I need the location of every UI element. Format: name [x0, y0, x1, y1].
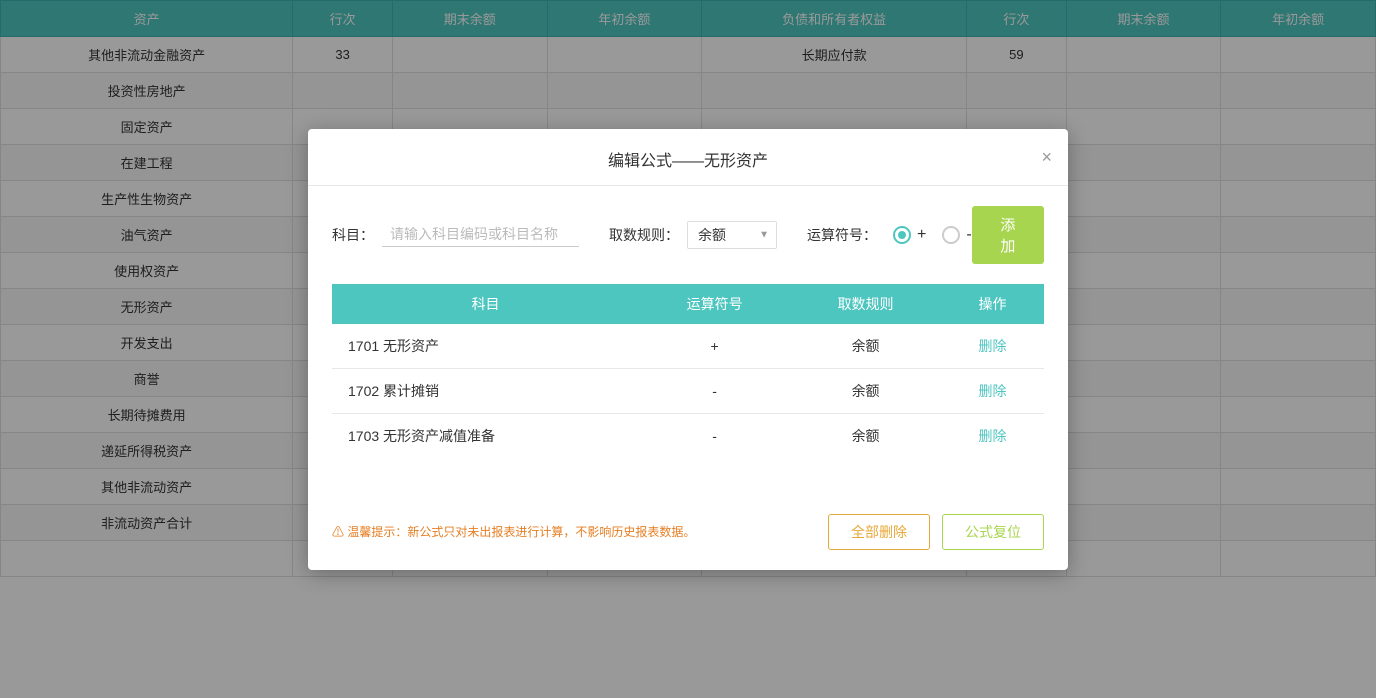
- formula-table-header: 运算符号: [639, 284, 790, 324]
- modal-footer: ⚠ 温馨提示：新公式只对未出报表进行计算，不影响历史报表数据。 全部删除 公式复…: [308, 498, 1068, 570]
- tip-text: 温馨提示：新公式只对未出报表进行计算，不影响历史报表数据。: [347, 525, 695, 539]
- add-button[interactable]: 添加: [972, 206, 1044, 264]
- formula-subject-cell: 1703 无形资产减值准备: [332, 413, 639, 458]
- formula-subject-cell: 1702 累计摊销: [332, 368, 639, 413]
- formula-operator-cell: +: [639, 324, 790, 369]
- rule-label: 取数规则：: [609, 225, 679, 245]
- subject-label: 科目：: [332, 225, 374, 245]
- formula-operator-cell: -: [639, 368, 790, 413]
- formula-table-header: 取数规则: [790, 284, 941, 324]
- tip-icon: ⚠: [332, 525, 347, 539]
- subject-input[interactable]: [382, 222, 579, 247]
- edit-formula-modal: 编辑公式——无形资产 × 科目： 取数规则： 余额借方贷方借方累计贷方累计 ▼ …: [308, 129, 1068, 570]
- radio-minus-circle: [942, 226, 960, 244]
- radio-group: + -: [893, 226, 972, 244]
- delete-link[interactable]: 删除: [979, 383, 1007, 399]
- delete-link[interactable]: 删除: [979, 428, 1007, 444]
- radio-plus[interactable]: +: [893, 226, 926, 244]
- radio-minus-label: -: [966, 226, 971, 244]
- table-row: 1701 无形资产+余额 删除: [332, 324, 1044, 369]
- formula-rule-cell: 余额: [790, 324, 941, 369]
- modal-header: 编辑公式——无形资产 ×: [308, 129, 1068, 186]
- formula-subject-cell: 1701 无形资产: [332, 324, 639, 369]
- operator-label: 运算符号：: [807, 225, 877, 245]
- formula-rule-cell: 余额: [790, 368, 941, 413]
- delete-all-button[interactable]: 全部删除: [828, 514, 930, 550]
- rule-select-wrapper: 余额借方贷方借方累计贷方累计 ▼: [687, 221, 777, 249]
- rule-section: 取数规则： 余额借方贷方借方累计贷方累计 ▼: [609, 221, 777, 249]
- form-row: 科目： 取数规则： 余额借方贷方借方累计贷方累计 ▼ 运算符号： +: [332, 206, 1044, 264]
- formula-operator-cell: -: [639, 413, 790, 458]
- formula-action-cell: 删除: [941, 324, 1044, 369]
- formula-table-header: 科目: [332, 284, 639, 324]
- formula-table-header: 操作: [941, 284, 1044, 324]
- formula-rule-cell: 余额: [790, 413, 941, 458]
- modal-body: 科目： 取数规则： 余额借方贷方借方累计贷方累计 ▼ 运算符号： +: [308, 186, 1068, 498]
- modal-title: 编辑公式——无形资产: [608, 147, 768, 171]
- footer-buttons: 全部删除 公式复位: [828, 514, 1044, 550]
- modal-close-button[interactable]: ×: [1041, 148, 1052, 166]
- delete-link[interactable]: 删除: [979, 338, 1007, 354]
- formula-table: 科目运算符号取数规则操作 1701 无形资产+余额删除1702 累计摊销-余额删…: [332, 284, 1044, 458]
- formula-action-cell: 删除: [941, 368, 1044, 413]
- radio-minus[interactable]: -: [942, 226, 971, 244]
- reset-formula-button[interactable]: 公式复位: [942, 514, 1044, 550]
- formula-action-cell: 删除: [941, 413, 1044, 458]
- modal-overlay: 编辑公式——无形资产 × 科目： 取数规则： 余额借方贷方借方累计贷方累计 ▼ …: [0, 0, 1376, 698]
- radio-plus-circle: [893, 226, 911, 244]
- rule-select[interactable]: 余额借方贷方借方累计贷方累计: [687, 221, 777, 249]
- radio-plus-label: +: [917, 226, 926, 244]
- operator-section: 运算符号： + -: [807, 225, 972, 245]
- table-row: 1703 无形资产减值准备-余额 删除: [332, 413, 1044, 458]
- table-row: 1702 累计摊销-余额 删除: [332, 368, 1044, 413]
- footer-tip: ⚠ 温馨提示：新公式只对未出报表进行计算，不影响历史报表数据。: [332, 523, 695, 540]
